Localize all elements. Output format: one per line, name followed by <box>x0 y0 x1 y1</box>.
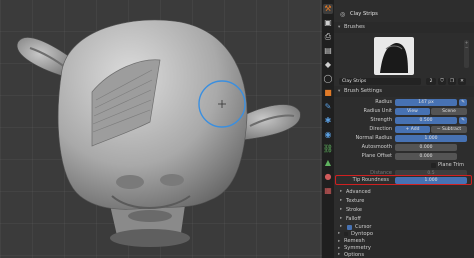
direction-subtract[interactable]: − Subtract <box>431 125 467 133</box>
particles-icon[interactable]: ✱ <box>323 116 333 126</box>
chevron-right-icon: ▸ <box>338 239 341 244</box>
section-dyntopo-label: Dyntopo <box>351 231 374 237</box>
copy-icon[interactable]: ❐ <box>448 77 456 85</box>
brush-settings-label: Brush Settings <box>344 88 382 94</box>
direction-add[interactable]: + Add <box>395 125 430 133</box>
chevron-right-icon: ▸ <box>338 231 341 236</box>
cursor-checkbox[interactable] <box>347 224 352 230</box>
material-icon[interactable]: ● <box>323 172 333 182</box>
pressure-icon[interactable]: ✎ <box>459 116 467 124</box>
direction-subtract-label: Subtract <box>442 126 462 132</box>
section-symmetry-label: Symmetry <box>344 245 371 251</box>
chevron-right-icon: ▸ <box>338 246 341 251</box>
section-options[interactable]: ▸ Options <box>334 252 474 258</box>
texture-icon[interactable]: ▦ <box>323 186 333 196</box>
tip-roundness-label: Tip Roundness <box>352 177 389 183</box>
world-icon[interactable]: ◯ <box>323 74 333 84</box>
brush-name-field[interactable]: Clay Strips <box>339 77 421 85</box>
data-icon[interactable]: ▲ <box>323 158 333 168</box>
autosmooth-field[interactable]: 0.000 <box>395 143 457 151</box>
tool-header: ◎ Clay Strips <box>334 9 474 20</box>
render-icon[interactable]: ▣ <box>323 18 333 28</box>
normal-radius-field[interactable]: 1.000 <box>395 134 467 142</box>
plane-trim-checkbox[interactable] <box>431 162 436 168</box>
section-dyntopo[interactable]: ▸ Dyntopo <box>334 230 474 238</box>
radius-unit-view[interactable]: View <box>395 107 430 115</box>
dyntopo-checkbox[interactable] <box>344 232 348 236</box>
section-options-label: Options <box>344 252 365 258</box>
brush-list-scroll[interactable]: + − <box>464 40 469 68</box>
physics-icon[interactable]: ◉ <box>323 130 333 140</box>
head <box>57 19 248 210</box>
section-remesh-label: Remesh <box>344 238 365 244</box>
chevron-down-icon: ▾ <box>338 25 341 30</box>
tip-roundness-field[interactable]: 1.000 <box>395 176 467 184</box>
modifier-icon[interactable]: ✎ <box>323 102 333 112</box>
brush-settings-header[interactable]: ▾ Brush Settings <box>334 86 474 97</box>
brush-preview[interactable] <box>374 37 414 75</box>
brush-users-count[interactable]: 2 <box>426 77 436 85</box>
direction-add-label: Add <box>410 126 420 132</box>
section-symmetry[interactable]: ▸ Symmetry <box>334 245 474 252</box>
3d-viewport[interactable] <box>0 0 322 258</box>
tip-roundness-row: Tip Roundness 1.000 <box>334 175 474 185</box>
output-icon[interactable]: ⎙ <box>323 32 333 42</box>
brush-thumbnail <box>374 37 414 75</box>
strength-field[interactable]: 0.500 <box>395 116 457 124</box>
tool-icon[interactable]: ⚒ <box>323 4 333 14</box>
sculpt-model <box>16 19 301 247</box>
constraints-icon[interactable]: ⛓ <box>323 144 333 154</box>
tool-title: Clay Strips <box>350 11 378 17</box>
brushes-header[interactable]: ▾ Brushes <box>334 22 474 33</box>
brush-tool-icon: ◎ <box>340 11 346 18</box>
section-remesh[interactable]: ▸ Remesh <box>334 238 474 245</box>
properties-panel: ◎ Clay Strips ▾ Brushes + − Clay Strips 2… <box>334 0 474 258</box>
radius-field[interactable]: 147 px <box>395 98 457 106</box>
pressure-icon[interactable]: ✎ <box>459 98 467 106</box>
shield-icon[interactable]: ⛉ <box>438 77 446 85</box>
brush-datablock-row: Clay Strips 2 ⛉ ❐ ✕ <box>334 76 474 86</box>
radius-unit-scene[interactable]: Scene <box>431 107 467 115</box>
chevron-down-icon: ▾ <box>338 89 341 94</box>
chevron-right-icon: ▸ <box>338 252 341 257</box>
scene-icon[interactable]: ◆ <box>323 60 333 70</box>
object-icon[interactable]: ■ <box>323 88 333 98</box>
brushes-header-label: Brushes <box>344 24 365 30</box>
blender-window: ⚒ ▣ ⎙ ▤ ◆ ◯ ■ ✎ ✱ ◉ ⛓ ▲ ● ▦ ◎ Clay Strip… <box>0 0 474 258</box>
view-layer-icon[interactable]: ▤ <box>323 46 333 56</box>
close-icon[interactable]: ✕ <box>458 77 466 85</box>
plane-offset-field[interactable]: 0.000 <box>395 152 457 160</box>
